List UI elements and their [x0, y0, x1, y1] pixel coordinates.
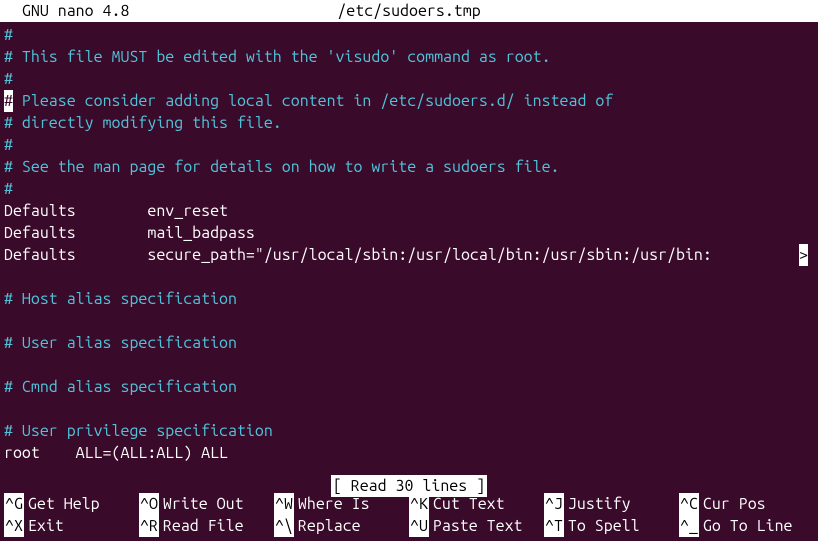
- filename: /etc/sudoers.tmp: [337, 0, 480, 22]
- help-replace[interactable]: ^\Replace: [274, 515, 409, 537]
- file-line: # Host alias specification: [4, 288, 814, 310]
- help-exit[interactable]: ^XExit: [4, 515, 139, 537]
- file-line: #: [4, 24, 814, 46]
- overflow-marker: >: [799, 244, 808, 266]
- help-cur-pos[interactable]: ^CCur Pos: [679, 493, 814, 515]
- file-line: root ALL=(ALL:ALL) ALL: [4, 442, 814, 464]
- file-line: # This file MUST be edited with the 'vis…: [4, 46, 814, 68]
- file-line: [4, 398, 814, 420]
- file-line: # User privilege specification: [4, 420, 814, 442]
- file-line: # Cmnd alias specification: [4, 376, 814, 398]
- file-line: #: [4, 68, 814, 90]
- editor-area[interactable]: # # This file MUST be edited with the 'v…: [0, 22, 818, 466]
- help-bar: ^GGet Help ^OWrite Out ^WWhere Is ^KCut …: [0, 493, 818, 541]
- file-line: #: [4, 178, 814, 200]
- help-read-file[interactable]: ^RRead File: [139, 515, 274, 537]
- help-justify[interactable]: ^JJustify: [544, 493, 679, 515]
- file-line: #: [4, 134, 814, 156]
- help-go-to-line[interactable]: ^_Go To Line: [679, 515, 814, 537]
- file-line: [4, 266, 814, 288]
- file-line: [4, 354, 814, 376]
- help-row-2: ^XExit ^RRead File ^\Replace ^UPaste Tex…: [4, 515, 814, 537]
- app-name: GNU nano 4.8: [4, 0, 129, 22]
- help-write-out[interactable]: ^OWrite Out: [139, 493, 274, 515]
- help-where-is[interactable]: ^WWhere Is: [274, 493, 409, 515]
- file-line: Defaults env_reset: [4, 200, 814, 222]
- help-to-spell[interactable]: ^TTo Spell: [544, 515, 679, 537]
- help-cut-text[interactable]: ^KCut Text: [409, 493, 544, 515]
- file-line-cursor: # Please consider adding local content i…: [4, 90, 814, 112]
- help-get-help[interactable]: ^GGet Help: [4, 493, 139, 515]
- cursor: #: [4, 90, 13, 112]
- help-row-1: ^GGet Help ^OWrite Out ^WWhere Is ^KCut …: [4, 493, 814, 515]
- title-bar: GNU nano 4.8 /etc/sudoers.tmp: [0, 0, 818, 22]
- file-line: # User alias specification: [4, 332, 814, 354]
- file-line: [4, 310, 814, 332]
- help-paste-text[interactable]: ^UPaste Text: [409, 515, 544, 537]
- file-line: Defaults secure_path="/usr/local/sbin:/u…: [4, 244, 814, 266]
- file-line: Defaults mail_badpass: [4, 222, 814, 244]
- file-line: # directly modifying this file.: [4, 112, 814, 134]
- file-line: # See the man page for details on how to…: [4, 156, 814, 178]
